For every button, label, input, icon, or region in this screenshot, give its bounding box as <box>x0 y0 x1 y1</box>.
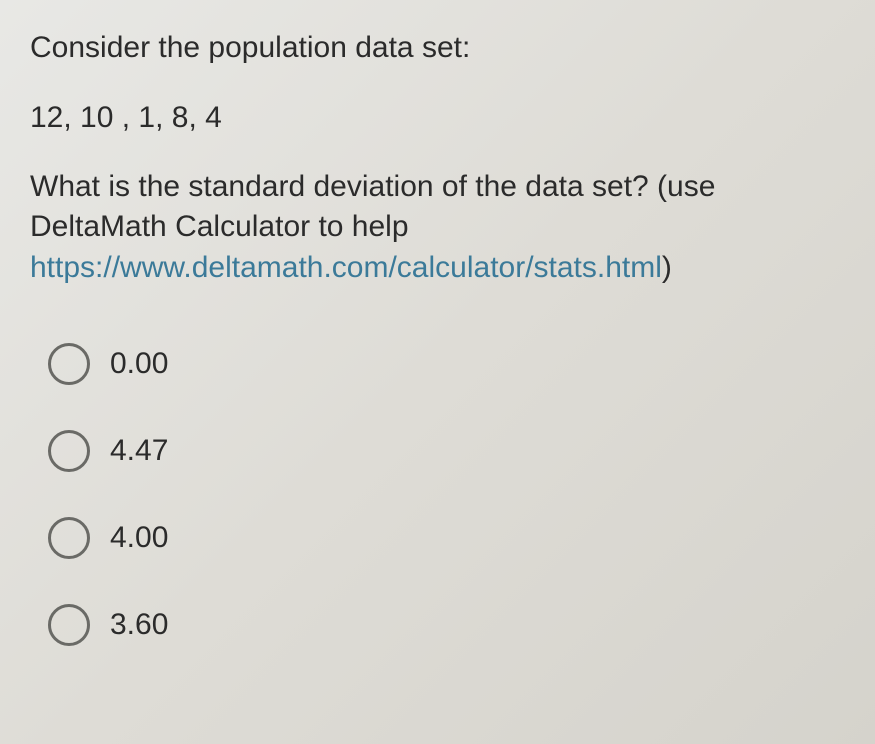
question-container: Consider the population data set: 12, 10… <box>30 28 845 288</box>
radio-icon[interactable] <box>48 604 90 646</box>
question-dataset: 12, 10 , 1, 8, 4 <box>30 101 845 135</box>
option-label: 4.00 <box>110 521 168 555</box>
radio-icon[interactable] <box>48 343 90 385</box>
option-3[interactable]: 3.60 <box>48 604 845 646</box>
question-prompt-text: What is the standard deviation of the da… <box>30 170 715 244</box>
radio-icon[interactable] <box>48 517 90 559</box>
radio-icon[interactable] <box>48 430 90 472</box>
question-intro: Consider the population data set: <box>30 28 845 69</box>
option-label: 3.60 <box>110 608 168 642</box>
question-prompt-close: ) <box>662 251 672 284</box>
option-label: 4.47 <box>110 434 168 468</box>
calculator-link[interactable]: https://www.deltamath.com/calculator/sta… <box>30 251 662 284</box>
option-1[interactable]: 4.47 <box>48 430 845 472</box>
option-2[interactable]: 4.00 <box>48 517 845 559</box>
option-0[interactable]: 0.00 <box>48 343 845 385</box>
option-label: 0.00 <box>110 347 168 381</box>
options-group: 0.00 4.47 4.00 3.60 <box>30 343 845 646</box>
question-prompt: What is the standard deviation of the da… <box>30 167 845 289</box>
